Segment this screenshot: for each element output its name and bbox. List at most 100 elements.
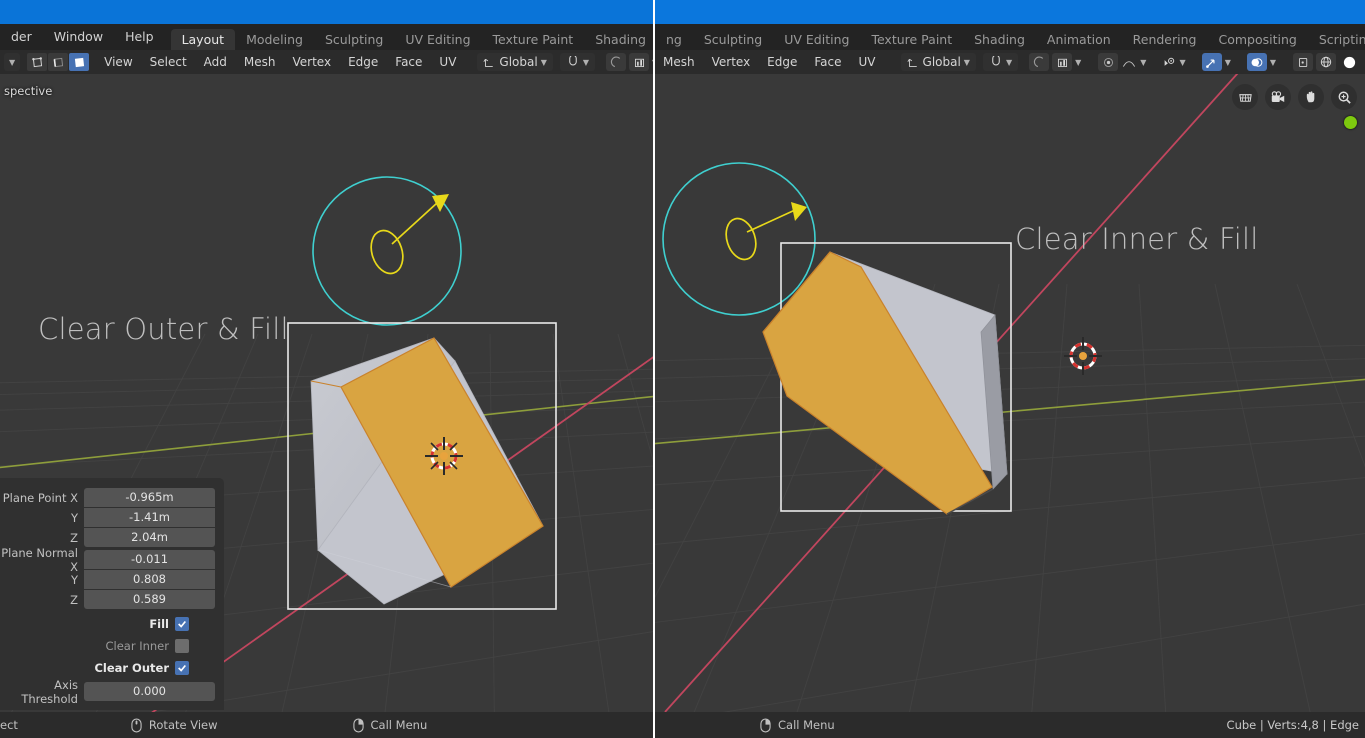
transform-orientation-dropdown-right[interactable]: Global ▼ [900, 53, 976, 71]
tab-rendering-partial[interactable]: ng [655, 29, 693, 50]
tab-uv-editing[interactable]: UV Editing [394, 29, 481, 50]
zoom-gizmo[interactable] [1331, 84, 1357, 110]
viewport-3d-right[interactable]: Clear Inner & Fill [655, 74, 1365, 712]
navigation-gizmos-right [1232, 84, 1357, 110]
field-value[interactable]: 0.589 [84, 590, 215, 609]
tab-sculpting-right[interactable]: Sculpting [693, 29, 773, 50]
mirror-toggle-icon[interactable] [1098, 53, 1119, 71]
menu-view-left[interactable]: View [96, 50, 140, 74]
orientation-axis-icon [906, 58, 917, 67]
menu-edge-right[interactable]: Edge [759, 50, 805, 74]
field-value[interactable]: -1.41m [84, 508, 215, 527]
falloff-curve-icon[interactable] [629, 53, 650, 71]
field-value[interactable]: 0.808 [84, 570, 215, 589]
grid-gizmo[interactable] [1232, 84, 1258, 110]
operator-checkbox-fill[interactable]: Fill [0, 614, 224, 633]
tab-compositing-right[interactable]: Compositing [1207, 29, 1307, 50]
field-value[interactable]: -0.965m [84, 488, 215, 507]
menu-uv-left[interactable]: UV [431, 50, 464, 74]
status-hint-call-menu-right: Call Menu [760, 718, 835, 733]
operator-field-plane-point-z[interactable]: Z 2.04m [0, 528, 224, 547]
menu-vertex-left[interactable]: Vertex [285, 50, 340, 74]
chevron-down-icon: ▼ [1224, 57, 1231, 67]
proportional-edit-group-left: ▼ [600, 53, 653, 71]
menu-face-right[interactable]: Face [806, 50, 849, 74]
menu-uv-right[interactable]: UV [851, 50, 884, 74]
operator-field-plane-normal-x[interactable]: Plane Normal X -0.011 [0, 546, 224, 574]
checkbox-box[interactable] [175, 638, 189, 653]
hand-pan-gizmo[interactable] [1298, 84, 1324, 110]
checkbox-clear-outer[interactable] [175, 660, 189, 675]
menu-window[interactable]: Window [43, 24, 114, 50]
tab-scripting-right[interactable]: Scripting [1308, 29, 1365, 50]
field-value[interactable]: 2.04m [84, 528, 215, 547]
snap-dropdown-left[interactable]: ▼ [559, 53, 596, 71]
overlays-toggle-icon[interactable] [1246, 53, 1267, 71]
tab-modeling[interactable]: Modeling [235, 29, 314, 50]
operator-checkbox-clear-outer[interactable]: Clear Outer [0, 658, 224, 677]
field-value[interactable]: 0.000 [84, 682, 215, 701]
tab-texture-paint[interactable]: Texture Paint [482, 29, 585, 50]
falloff-curve-icon[interactable] [1052, 53, 1073, 71]
interaction-mode-dropdown-left[interactable]: ▼ [4, 53, 21, 71]
operator-field-plane-normal-y[interactable]: Y 0.808 [0, 570, 224, 589]
checkbox-box[interactable] [175, 660, 189, 675]
menu-face-left[interactable]: Face [387, 50, 430, 74]
operator-field-plane-point-x[interactable]: Plane Point X -0.965m [0, 488, 224, 507]
tab-shading[interactable]: Shading [584, 29, 653, 50]
falloff-smooth-icon[interactable] [1121, 56, 1137, 69]
menu-mesh-right[interactable]: Mesh [655, 50, 703, 74]
proportional-editing-icon[interactable] [1029, 53, 1050, 71]
visibility-icon [1164, 57, 1174, 66]
face-select-icon[interactable] [69, 53, 90, 71]
topbar-left: der Window Help Layout Modeling Sculptin… [0, 24, 653, 50]
menu-add-left[interactable]: Add [196, 50, 235, 74]
gizmo-dropdown-right[interactable]: ▼ [1196, 53, 1237, 71]
menu-render[interactable]: der [0, 24, 43, 50]
menu-vertex-right[interactable]: Vertex [704, 50, 759, 74]
transform-orientation-dropdown-left[interactable]: Global ▼ [477, 53, 553, 71]
checkbox-clear-inner[interactable] [175, 638, 189, 653]
orientation-value-right: Global [922, 55, 961, 69]
xray-toggle-icon[interactable] [1293, 53, 1313, 71]
overlays-dropdown-right[interactable]: ▼ [1241, 53, 1282, 71]
field-value[interactable]: -0.011 [84, 550, 215, 569]
edge-select-icon[interactable] [48, 53, 69, 71]
tab-layout[interactable]: Layout [170, 29, 236, 50]
proportional-editing-icon[interactable] [606, 53, 627, 71]
menu-help[interactable]: Help [114, 24, 165, 50]
chevron-down-icon: ▼ [9, 57, 16, 67]
workspace-tabs-left: Layout Modeling Sculpting UV Editing Tex… [170, 24, 653, 50]
menu-edge-left[interactable]: Edge [340, 50, 386, 74]
menu-mesh-left[interactable]: Mesh [236, 50, 284, 74]
tab-sculpting[interactable]: Sculpting [314, 29, 394, 50]
mouse-middle-icon [131, 718, 142, 732]
view-perspective-label-left: spective [4, 84, 53, 98]
operator-panel-bisect[interactable]: Plane Point X -0.965m Y -1.41m Z 2.04m P… [0, 478, 224, 710]
tab-uv-editing-right[interactable]: UV Editing [773, 29, 860, 50]
menu-select-left[interactable]: Select [142, 50, 195, 74]
camera-gizmo[interactable] [1265, 84, 1291, 110]
field-label: Plane Point X [2, 490, 78, 505]
vertex-select-icon[interactable] [27, 53, 48, 71]
window-titlebar-left [0, 0, 653, 24]
shading-solid-icon[interactable] [1339, 53, 1359, 71]
gizmo-toggle-icon[interactable] [1201, 53, 1222, 71]
tab-texture-paint-right[interactable]: Texture Paint [860, 29, 963, 50]
operator-checkbox-clear-inner[interactable]: Clear Inner [0, 636, 224, 655]
checkbox-fill[interactable] [175, 616, 189, 631]
tab-animation-right[interactable]: Animation [1036, 29, 1122, 50]
shading-mode-group-right [1287, 53, 1365, 71]
checkbox-label: Clear Outer [94, 660, 169, 675]
checkbox-box[interactable] [175, 616, 189, 631]
field-label: Z [70, 530, 78, 545]
operator-field-plane-point-y[interactable]: Y -1.41m [0, 508, 224, 527]
shading-wireframe-icon[interactable] [1316, 53, 1336, 71]
snap-dropdown-right[interactable]: ▼ [982, 53, 1019, 71]
visibility-dropdown-right[interactable]: ▼ [1156, 53, 1192, 71]
tab-rendering-right[interactable]: Rendering [1122, 29, 1208, 50]
tab-shading-right[interactable]: Shading [963, 29, 1036, 50]
operator-field-axis-threshold[interactable]: Axis Threshold 0.000 [0, 678, 224, 706]
operator-field-plane-normal-z[interactable]: Z 0.589 [0, 590, 224, 609]
field-label: Axis Threshold [21, 677, 78, 706]
